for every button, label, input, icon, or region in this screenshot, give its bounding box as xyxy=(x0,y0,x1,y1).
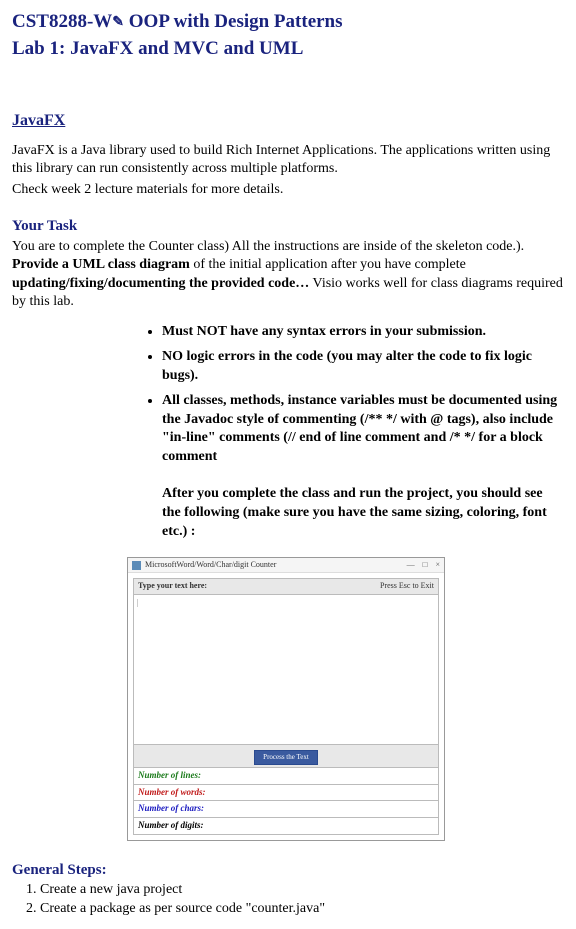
task-intro-bold2: updating/fixing/documenting the provided… xyxy=(12,276,309,291)
window-controls: — □ × xyxy=(407,560,440,570)
app-icon xyxy=(132,561,141,570)
course-code: CST8288-W xyxy=(12,11,112,32)
javafx-paragraph-2: Check week 2 lecture materials for more … xyxy=(12,181,564,199)
javafx-heading-link[interactable]: JavaFX xyxy=(12,111,564,132)
bullet-2: NO logic errors in the code (you may alt… xyxy=(162,348,564,386)
result-chars: Number of chars: xyxy=(133,801,439,818)
task-intro-text2: of the initial application after you hav… xyxy=(190,257,466,272)
bullet-3: All classes, methods, instance variables… xyxy=(162,392,564,468)
javafx-paragraph-1: JavaFX is a Java library used to build R… xyxy=(12,142,564,178)
general-steps-list: Create a new java project Create a packa… xyxy=(40,881,564,918)
course-name: OOP with Design Patterns xyxy=(124,11,343,32)
type-hint: Press Esc to Exit xyxy=(380,581,434,591)
result-lines: Number of lines: xyxy=(133,768,439,785)
task-intro: You are to complete the Counter class) A… xyxy=(12,238,564,311)
task-intro-text1: You are to complete the Counter class) A… xyxy=(12,239,524,254)
your-task-heading: Your Task xyxy=(12,217,564,237)
process-row: Process the Text xyxy=(133,745,439,768)
general-steps-heading: General Steps: xyxy=(12,861,564,881)
app-body: Type your text here: Press Esc to Exit |… xyxy=(128,573,444,839)
app-title-text: MicrosoftWord/Word/Char/digit Counter xyxy=(145,560,407,570)
lab-title: Lab 1: JavaFX and MVC and UML xyxy=(12,37,564,62)
process-button[interactable]: Process the Text xyxy=(254,750,318,765)
type-label: Type your text here: xyxy=(138,581,207,591)
task-intro-bold1: Provide a UML class diagram xyxy=(12,257,190,272)
result-words: Number of words: xyxy=(133,785,439,802)
bullet-1: Must NOT have any syntax errors in your … xyxy=(162,323,564,342)
type-bar: Type your text here: Press Esc to Exit xyxy=(133,578,439,594)
after-note: After you complete the class and run the… xyxy=(162,485,564,542)
maximize-icon[interactable]: □ xyxy=(423,560,428,570)
course-title-line1: CST8288-W✎ OOP with Design Patterns xyxy=(12,10,564,35)
app-window: MicrosoftWord/Word/Char/digit Counter — … xyxy=(127,557,445,841)
app-titlebar: MicrosoftWord/Word/Char/digit Counter — … xyxy=(128,558,444,573)
pencil-icon: ✎ xyxy=(112,14,124,32)
step-1: Create a new java project xyxy=(40,881,564,899)
result-digits: Number of digits: xyxy=(133,818,439,835)
task-bullet-list: Must NOT have any syntax errors in your … xyxy=(162,323,564,467)
text-input-area[interactable]: | xyxy=(133,595,439,745)
minimize-icon[interactable]: — xyxy=(407,560,415,570)
step-2: Create a package as per source code "cou… xyxy=(40,900,564,918)
close-icon[interactable]: × xyxy=(435,560,440,570)
